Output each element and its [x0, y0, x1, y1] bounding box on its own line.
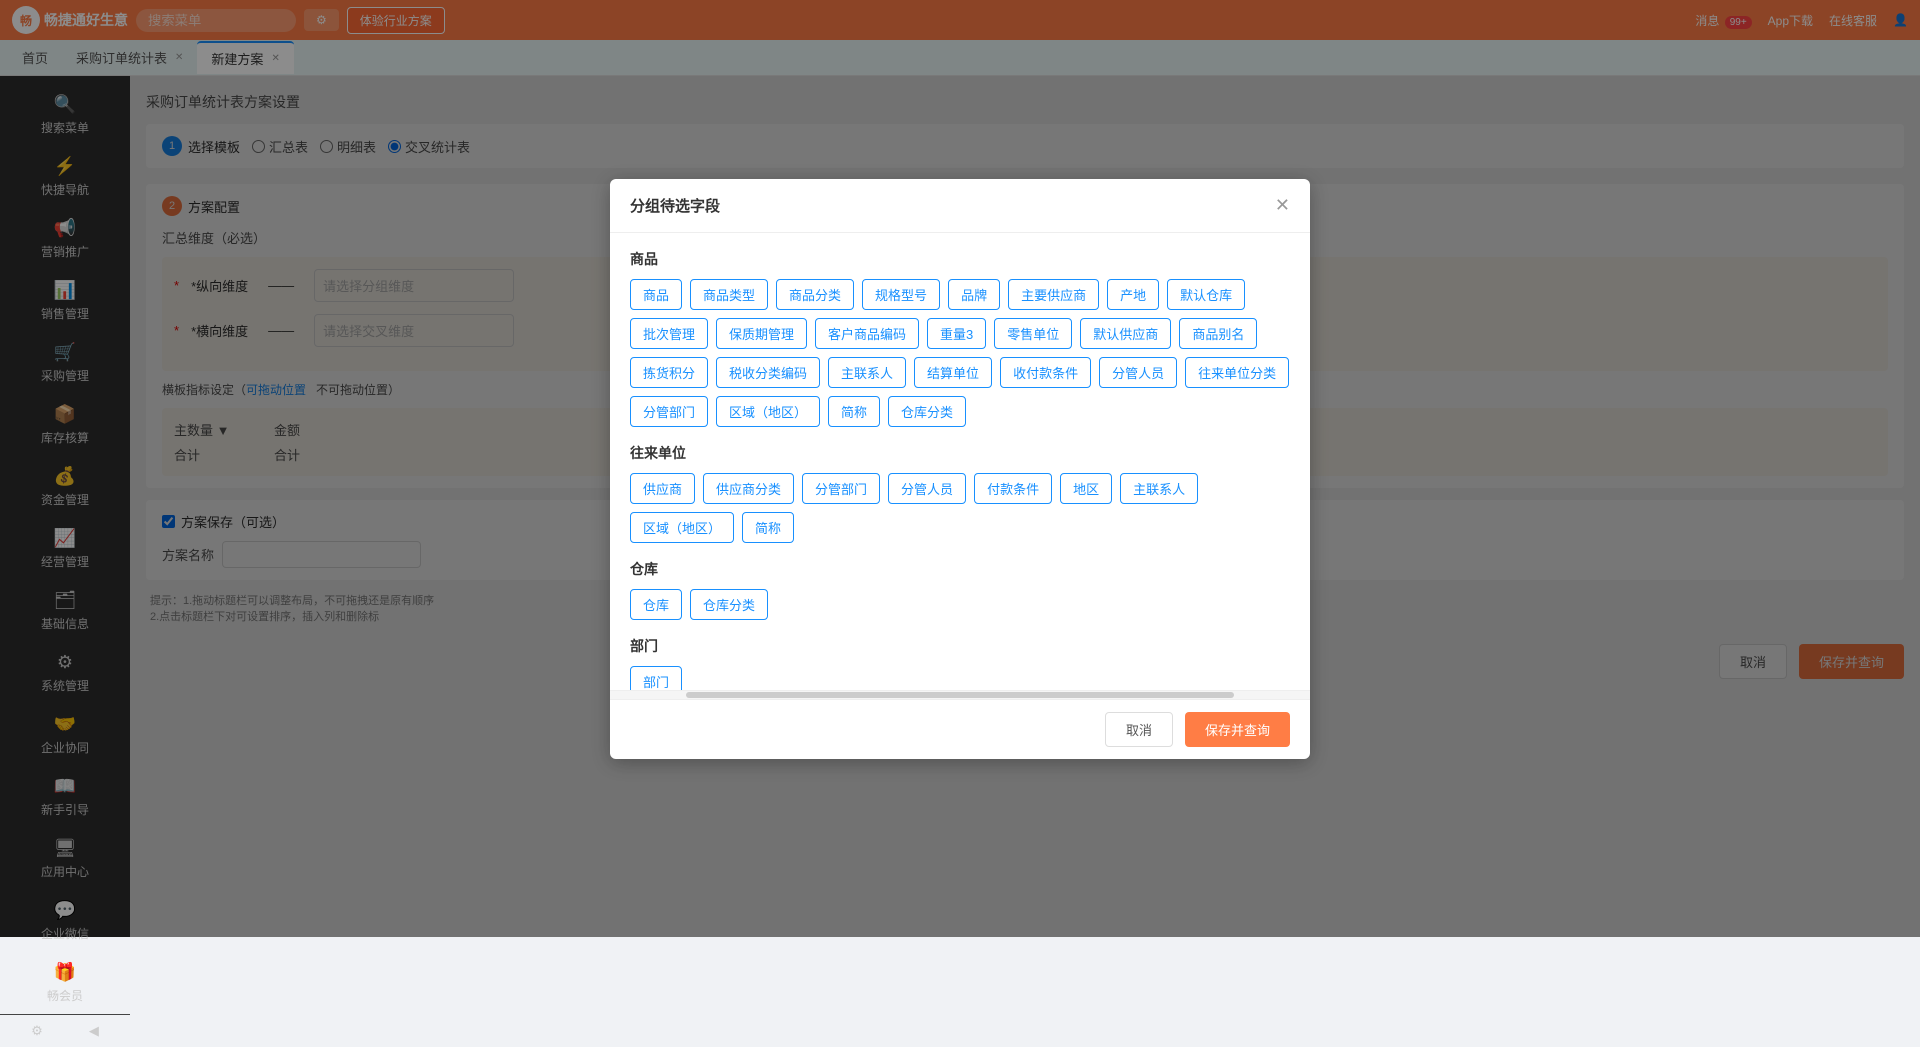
- field-tag-tax-code[interactable]: 税收分类编码: [716, 357, 820, 388]
- sidebar-settings-icon[interactable]: ⚙: [31, 1023, 43, 1039]
- warehouse-field-tags: 仓库 仓库分类: [630, 589, 1290, 620]
- modal-cancel-button[interactable]: 取消: [1105, 712, 1173, 747]
- field-tag-region-area[interactable]: 区域（地区）: [716, 396, 820, 427]
- modal-backdrop: 分组待选字段 ✕ 商品 商品 商品类型 商品分类 规格型号 品牌 主要供应商 产…: [0, 0, 1920, 937]
- field-tag-cp-manager[interactable]: 分管人员: [888, 473, 966, 504]
- modal-header: 分组待选字段 ✕: [610, 179, 1310, 233]
- field-tag-area[interactable]: 地区: [1060, 473, 1112, 504]
- dept-field-tags: 部门: [630, 666, 1290, 691]
- field-tag-manager[interactable]: 分管人员: [1099, 357, 1177, 388]
- modal-close-button[interactable]: ✕: [1275, 195, 1290, 216]
- field-tag-product[interactable]: 商品: [630, 279, 682, 310]
- field-section-dept: 部门 部门: [630, 636, 1290, 691]
- field-section-product: 商品 商品 商品类型 商品分类 规格型号 品牌 主要供应商 产地 默认仓库 批次…: [630, 249, 1290, 427]
- section-title-warehouse: 仓库: [630, 559, 1290, 579]
- modal-body: 商品 商品 商品类型 商品分类 规格型号 品牌 主要供应商 产地 默认仓库 批次…: [610, 233, 1310, 691]
- modal-hscrollbar[interactable]: [610, 690, 1310, 698]
- section-title-counterparty: 往来单位: [630, 443, 1290, 463]
- modal-title: 分组待选字段: [630, 195, 720, 216]
- field-tag-cp-abbr[interactable]: 简称: [742, 512, 794, 543]
- field-section-warehouse: 仓库 仓库 仓库分类: [630, 559, 1290, 620]
- field-tag-counterparty-category[interactable]: 往来单位分类: [1185, 357, 1289, 388]
- field-tag-warehouse-cat[interactable]: 仓库分类: [888, 396, 966, 427]
- field-tag-default-warehouse[interactable]: 默认仓库: [1167, 279, 1245, 310]
- field-tag-product-type[interactable]: 商品类型: [690, 279, 768, 310]
- field-tag-batch-mgmt[interactable]: 批次管理: [630, 318, 708, 349]
- field-tag-alias[interactable]: 商品别名: [1179, 318, 1257, 349]
- field-tag-origin[interactable]: 产地: [1107, 279, 1159, 310]
- field-tag-retail-unit[interactable]: 零售单位: [994, 318, 1072, 349]
- field-tag-brand[interactable]: 品牌: [948, 279, 1000, 310]
- field-tag-dept[interactable]: 分管部门: [630, 396, 708, 427]
- field-tag-cp-dept[interactable]: 分管部门: [802, 473, 880, 504]
- field-tag-default-supplier[interactable]: 默认供应商: [1080, 318, 1171, 349]
- field-tag-supplier-category[interactable]: 供应商分类: [703, 473, 794, 504]
- sidebar-item-member[interactable]: 🎁 畅会员: [0, 952, 130, 1014]
- field-tag-settlement-unit[interactable]: 结算单位: [914, 357, 992, 388]
- field-tag-spec[interactable]: 规格型号: [862, 279, 940, 310]
- field-tag-cp-contact[interactable]: 主联系人: [1120, 473, 1198, 504]
- field-tag-abbr[interactable]: 简称: [828, 396, 880, 427]
- sidebar-item-member-label: 畅会员: [47, 987, 83, 1004]
- field-tag-weight[interactable]: 重量3: [927, 318, 986, 349]
- field-tag-main-contact[interactable]: 主联系人: [828, 357, 906, 388]
- field-tag-payment-terms[interactable]: 收付款条件: [1000, 357, 1091, 388]
- modal-confirm-button[interactable]: 保存并查询: [1185, 712, 1290, 747]
- product-field-tags: 商品 商品类型 商品分类 规格型号 品牌 主要供应商 产地 默认仓库 批次管理 …: [630, 279, 1290, 427]
- field-tag-picking-points[interactable]: 拣货积分: [630, 357, 708, 388]
- sidebar-collapse-icon[interactable]: ◀: [89, 1023, 99, 1039]
- field-section-counterparty: 往来单位 供应商 供应商分类 分管部门 分管人员 付款条件 地区 主联系人 区域…: [630, 443, 1290, 543]
- member-icon: 🎁: [54, 962, 76, 983]
- counterparty-field-tags: 供应商 供应商分类 分管部门 分管人员 付款条件 地区 主联系人 区域（地区） …: [630, 473, 1290, 543]
- field-tag-wh-category[interactable]: 仓库分类: [690, 589, 768, 620]
- field-tag-warehouse[interactable]: 仓库: [630, 589, 682, 620]
- field-tag-department[interactable]: 部门: [630, 666, 682, 691]
- section-title-product: 商品: [630, 249, 1290, 269]
- field-tag-main-supplier[interactable]: 主要供应商: [1008, 279, 1099, 310]
- field-tag-cp-region[interactable]: 区域（地区）: [630, 512, 734, 543]
- modal-footer: 取消 保存并查询: [610, 699, 1310, 759]
- field-tag-product-category[interactable]: 商品分类: [776, 279, 854, 310]
- field-tag-payment-cond[interactable]: 付款条件: [974, 473, 1052, 504]
- sidebar-bottom: ⚙ ◀: [0, 1014, 130, 1047]
- field-tag-customer-code[interactable]: 客户商品编码: [815, 318, 919, 349]
- field-tag-supplier[interactable]: 供应商: [630, 473, 695, 504]
- field-tag-expiry[interactable]: 保质期管理: [716, 318, 807, 349]
- modal-field-select: 分组待选字段 ✕ 商品 商品 商品类型 商品分类 规格型号 品牌 主要供应商 产…: [610, 179, 1310, 759]
- section-title-dept: 部门: [630, 636, 1290, 656]
